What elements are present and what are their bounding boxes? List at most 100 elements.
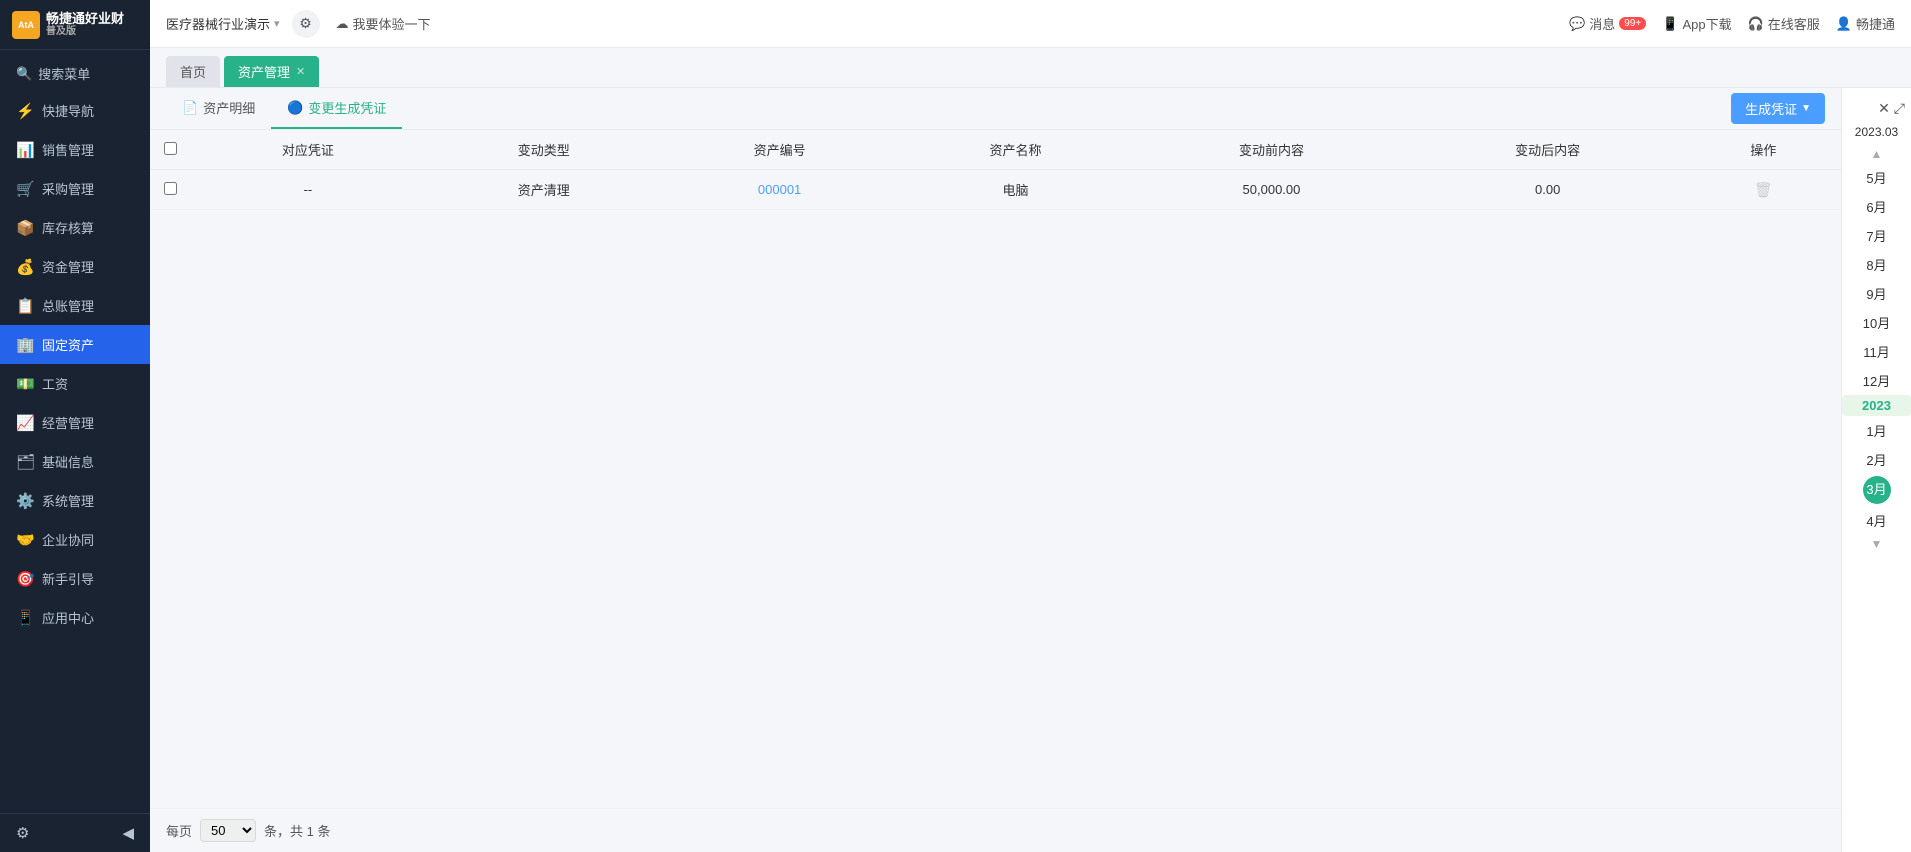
sidebar-item-label: 企业协同: [42, 530, 94, 549]
row-checkbox[interactable]: [164, 182, 177, 195]
sidebar-item-label: 新手引导: [42, 569, 94, 588]
inventory-icon: 📦: [16, 219, 34, 237]
date-panel: ✕ ⤢ 2023.03 ▲ 5月 6月 7月 8月 9月 10月 11月 12月…: [1841, 88, 1911, 852]
date-month-3-active[interactable]: 3月: [1863, 476, 1891, 504]
th-asset-no: 资产编号: [662, 130, 898, 170]
generate-voucher-label: 生成凭证: [1745, 99, 1797, 118]
tab-asset-mgmt[interactable]: 资产管理 ✕: [224, 56, 319, 87]
sidebar-collapse-icon[interactable]: ◀: [122, 824, 134, 842]
generate-voucher-button[interactable]: 生成凭证 ▼: [1731, 93, 1825, 124]
inner-tabs-bar: 📄 资产明细 🔵 变更生成凭证 生成凭证 ▼: [150, 88, 1841, 130]
guide-icon: 🎯: [16, 570, 34, 588]
system-icon: ⚙️: [16, 492, 34, 510]
toolbar-right: 生成凭证 ▼: [1731, 93, 1825, 124]
settings-button[interactable]: ⚙: [292, 10, 320, 38]
th-after-change: 变动后内容: [1410, 130, 1686, 170]
tab-home[interactable]: 首页: [166, 56, 220, 87]
sidebar-item-label: 库存核算: [42, 218, 94, 237]
logo-icon: AtA: [12, 11, 40, 39]
change-voucher-icon: 🔵: [287, 100, 303, 116]
tab-close-icon[interactable]: ✕: [296, 65, 305, 78]
online-service-action[interactable]: 🎧 在线客服: [1748, 14, 1820, 33]
date-panel-header: 2023.03: [1855, 121, 1898, 145]
sidebar-item-operations[interactable]: 📈 经营管理: [0, 403, 150, 442]
experience-label: 我要体验一下: [353, 14, 431, 33]
sidebar-item-label: 采购管理: [42, 179, 94, 198]
pagination: 每页 50 10 20 100 条，共 1 条: [150, 808, 1841, 852]
date-month-4[interactable]: 4月: [1842, 506, 1911, 535]
sidebar-item-search[interactable]: 🔍 搜索菜单: [0, 56, 150, 91]
row-before-change: 50,000.00: [1133, 170, 1409, 210]
sidebar-item-appcenter[interactable]: 📱 应用中心: [0, 598, 150, 637]
online-service-label: 在线客服: [1768, 14, 1820, 33]
app-logo: AtA 畅捷通好业财 普及版: [0, 0, 150, 50]
inner-tab-asset-detail-label: 资产明细: [203, 98, 255, 117]
row-asset-no: 000001: [662, 170, 898, 210]
sidebar-item-inventory[interactable]: 📦 库存核算: [0, 208, 150, 247]
sidebar-item-funds[interactable]: 💰 资金管理: [0, 247, 150, 286]
table-row: -- 资产清理 000001 电脑 50,000.00 0.00 🗑: [150, 170, 1841, 210]
date-month-5[interactable]: 5月: [1842, 163, 1911, 192]
sidebar-item-purchase[interactable]: 🛒 采购管理: [0, 169, 150, 208]
cloud-icon: ☁: [336, 16, 349, 32]
total-count: 条，共 1 条: [264, 821, 330, 840]
row-voucher: --: [190, 170, 426, 210]
app-edition: 普及版: [46, 26, 124, 38]
user-profile[interactable]: 👤 畅捷通: [1836, 14, 1895, 33]
date-month-12[interactable]: 12月: [1842, 366, 1911, 395]
sidebar-item-wages[interactable]: 💵 工资: [0, 364, 150, 403]
date-month-8[interactable]: 8月: [1842, 250, 1911, 279]
date-month-7[interactable]: 7月: [1842, 221, 1911, 250]
search-icon: 🔍: [16, 66, 32, 82]
quicknav-icon: ⚡: [16, 102, 34, 120]
sidebar-item-sales[interactable]: 📊 销售管理: [0, 130, 150, 169]
date-month-1[interactable]: 1月: [1842, 416, 1911, 445]
sidebar-item-label: 快捷导航: [42, 101, 94, 120]
date-month-11[interactable]: 11月: [1842, 337, 1911, 366]
row-change-type: 资产清理: [426, 170, 662, 210]
app-download-action[interactable]: 📱 App下载: [1662, 14, 1731, 33]
inner-tab-asset-detail[interactable]: 📄 资产明细: [166, 88, 271, 129]
date-month-10[interactable]: 10月: [1842, 308, 1911, 337]
th-asset-name: 资产名称: [898, 130, 1134, 170]
date-scroll-down[interactable]: ▼: [1842, 535, 1911, 553]
company-dropdown-arrow: ▾: [274, 17, 280, 30]
inner-tab-change-voucher[interactable]: 🔵 变更生成凭证: [271, 88, 402, 129]
delete-row-icon[interactable]: 🗑: [1754, 182, 1773, 199]
message-action[interactable]: 💬 消息 99+: [1569, 14, 1646, 33]
header-right: 💬 消息 99+ 📱 App下载 🎧 在线客服 👤 畅捷通: [1569, 14, 1895, 33]
sidebar-item-guide[interactable]: 🎯 新手引导: [0, 559, 150, 598]
sidebar-settings-icon[interactable]: ⚙: [16, 824, 29, 842]
dropdown-arrow-icon: ▼: [1801, 103, 1811, 114]
message-label: 消息: [1589, 14, 1615, 33]
expand-panel-icon[interactable]: ⤢: [1894, 100, 1905, 117]
date-scroll-up[interactable]: ▲: [1842, 145, 1911, 163]
message-icon: 💬: [1569, 16, 1585, 32]
sidebar-item-assets[interactable]: 🏢 固定资产: [0, 325, 150, 364]
sidebar-item-system[interactable]: ⚙️ 系统管理: [0, 481, 150, 520]
sidebar-item-enterprise[interactable]: 🤝 企业协同: [0, 520, 150, 559]
sidebar-item-label: 固定资产: [42, 335, 94, 354]
close-panel-icon[interactable]: ✕: [1878, 100, 1890, 117]
date-month-6[interactable]: 6月: [1842, 192, 1911, 221]
sidebar-item-ledger[interactable]: 📋 总账管理: [0, 286, 150, 325]
enterprise-icon: 🤝: [16, 531, 34, 549]
sidebar-item-label: 工资: [42, 374, 68, 393]
sidebar-item-label: 搜索菜单: [38, 64, 90, 83]
per-page-select[interactable]: 50 10 20 100: [200, 819, 256, 842]
row-action-cell: 🗑: [1686, 170, 1841, 210]
sidebar-item-quicknav[interactable]: ⚡ 快捷导航: [0, 91, 150, 130]
company-selector[interactable]: 医疗器械行业演示 ▾: [166, 14, 280, 33]
date-month-9[interactable]: 9月: [1842, 279, 1911, 308]
select-all-checkbox[interactable]: [164, 142, 177, 155]
date-month-2[interactable]: 2月: [1842, 445, 1911, 474]
tab-bar: 首页 资产管理 ✕: [150, 48, 1911, 88]
username: 畅捷通: [1856, 14, 1895, 33]
sidebar-item-label: 销售管理: [42, 140, 94, 159]
asset-detail-icon: 📄: [182, 100, 198, 116]
sidebar-item-label: 系统管理: [42, 491, 94, 510]
sales-icon: 📊: [16, 141, 34, 159]
sidebar-bottom: ⚙ ◀: [0, 813, 150, 852]
experience-button[interactable]: ☁ 我要体验一下: [336, 14, 431, 33]
sidebar-item-basicinfo[interactable]: 🗂 基础信息: [0, 442, 150, 481]
